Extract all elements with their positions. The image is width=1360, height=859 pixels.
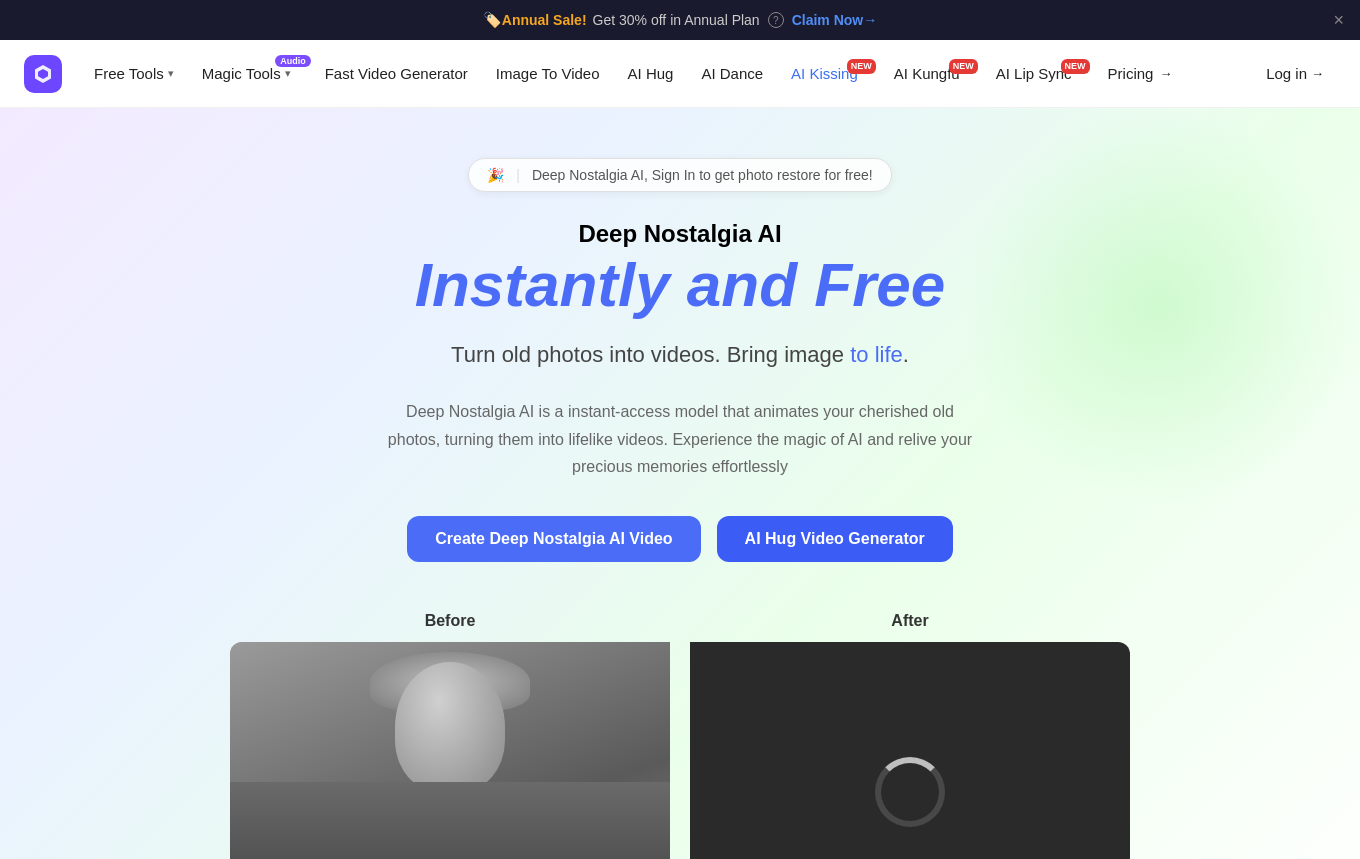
nav-item-ai-kungfu[interactable]: AI Kungfu NEW [882,57,980,90]
logo[interactable] [24,55,62,93]
create-video-button[interactable]: Create Deep Nostalgia AI Video [407,516,700,562]
hero-buttons: Create Deep Nostalgia AI Video AI Hug Vi… [407,516,953,562]
log-in-label: Log in [1266,65,1307,82]
photo-body [230,782,670,859]
magic-tools-label: Magic Tools [202,65,281,82]
magic-tools-audio-badge: Audio [275,55,311,67]
ai-kissing-new-badge: NEW [847,59,876,74]
before-label: Before [425,612,476,630]
nav-item-wrap-free-tools: Free Tools ▾ [82,57,186,90]
free-tools-chevron-icon: ▾ [168,67,174,80]
help-icon[interactable]: ? [768,12,784,28]
notice-text: Deep Nostalgia AI, Sign In to get photo … [532,167,873,183]
nav-item-wrap-ai-kissing: AI Kissing NEW [779,57,878,90]
hero-title: Deep Nostalgia AI Instantly and Free [415,220,946,322]
nav-items: Free Tools ▾ Magic Tools ▾ Audio Fast Vi… [82,57,1254,90]
navbar: Free Tools ▾ Magic Tools ▾ Audio Fast Vi… [0,40,1360,108]
subtitle-highlight: to life [850,342,903,367]
nav-item-ai-lip-sync[interactable]: AI Lip Sync NEW [984,57,1092,90]
hero-section: 🎉 | Deep Nostalgia AI, Sign In to get ph… [0,108,1360,859]
before-column: Before [220,612,680,859]
claim-now-link[interactable]: Claim Now→ [792,12,878,28]
after-image [690,642,1130,859]
nav-item-pricing[interactable]: Pricing → [1096,57,1185,90]
ai-dance-label: AI Dance [701,65,763,82]
loading-spinner-wrap [690,642,1130,859]
ai-kungfu-new-badge: NEW [949,59,978,74]
after-column: After [680,612,1140,859]
tag-icon: 🏷️ [483,11,502,29]
hero-notice-banner[interactable]: 🎉 | Deep Nostalgia AI, Sign In to get ph… [468,158,892,192]
log-in-arrow-icon: → [1311,66,1324,81]
loading-spinner [875,757,945,827]
notice-pipe: | [516,167,520,183]
nav-item-wrap-ai-kungfu: AI Kungfu NEW [882,57,980,90]
log-in-button[interactable]: Log in → [1254,57,1336,90]
hero-description: Deep Nostalgia AI is a instant-access mo… [380,398,980,480]
nav-item-ai-hug[interactable]: AI Hug [616,57,686,90]
ai-lip-sync-new-badge: NEW [1061,59,1090,74]
magic-tools-chevron-icon: ▾ [285,67,291,80]
nav-item-wrap-ai-lip-sync: AI Lip Sync NEW [984,57,1092,90]
fast-video-label: Fast Video Generator [325,65,468,82]
subtitle-part1: Turn old photos into videos. Bring image [451,342,844,367]
hero-title-line2: Instantly and Free [415,250,946,319]
before-after-section: Before After [220,612,1140,859]
nav-item-ai-kissing[interactable]: AI Kissing NEW [779,57,878,90]
hero-title-line1: Deep Nostalgia AI [578,220,781,247]
free-tools-label: Free Tools [94,65,164,82]
nav-item-image-to-video[interactable]: Image To Video [484,57,612,90]
nav-item-ai-dance[interactable]: AI Dance [689,57,775,90]
nav-item-fast-video[interactable]: Fast Video Generator [313,57,480,90]
after-label: After [891,612,928,630]
get-off-text: Get 30% off in Annual Plan [593,12,760,28]
pricing-arrow-icon: → [1159,66,1172,81]
ai-hug-video-button[interactable]: AI Hug Video Generator [717,516,953,562]
close-button[interactable]: × [1333,11,1344,29]
ai-hug-label: AI Hug [628,65,674,82]
notice-emoji: 🎉 [487,167,504,183]
pricing-label: Pricing [1108,65,1154,82]
before-image [230,642,670,859]
nav-item-magic-tools[interactable]: Magic Tools ▾ Audio [190,57,309,90]
nav-item-wrap-magic-tools: Magic Tools ▾ Audio [190,57,309,90]
logo-icon [24,55,62,93]
photo-head [395,662,505,792]
nav-item-free-tools[interactable]: Free Tools ▾ [82,57,186,90]
photo-simulation [230,642,670,859]
announcement-bar: 🏷️ Annual Sale! Get 30% off in Annual Pl… [0,0,1360,40]
annual-sale-label: Annual Sale! [502,12,587,28]
image-to-video-label: Image To Video [496,65,600,82]
subtitle-end: . [903,342,909,367]
hero-subtitle: Turn old photos into videos. Bring image… [451,342,909,368]
